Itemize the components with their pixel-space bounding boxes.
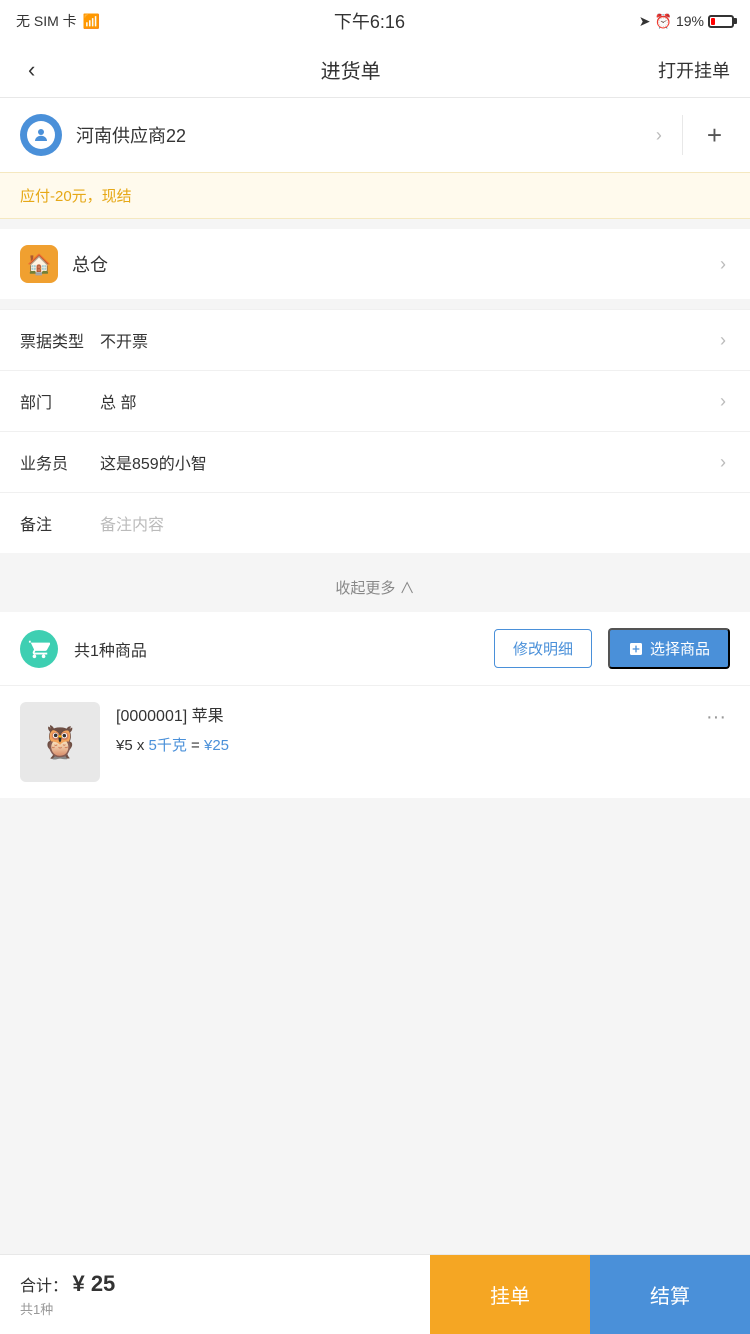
wifi-icon: 📶: [83, 13, 100, 30]
warehouse-section: 🏠 总仓 ›: [0, 229, 750, 299]
collapse-bar[interactable]: 收起更多 ∧: [0, 563, 750, 612]
open-pending-button[interactable]: 打开挂单: [658, 57, 730, 83]
dept-chevron-icon: ›: [720, 391, 726, 412]
edit-detail-button[interactable]: 修改明细: [494, 629, 592, 668]
add-supplier-button[interactable]: +: [699, 116, 730, 155]
person-icon: [32, 126, 50, 144]
sales-value: 这是859的小智: [100, 450, 720, 474]
remark-row[interactable]: 备注 备注内容: [0, 492, 750, 553]
select-product-icon: [628, 641, 644, 657]
supplier-notice: 应付-20元，现结: [0, 172, 750, 219]
bottom-total: 合计： ¥ 25 共1种: [0, 1255, 430, 1334]
supplier-row[interactable]: 河南供应商22 › +: [0, 98, 750, 172]
product-info: [0000001] 苹果 ¥5 x 5千克 = ¥25: [116, 702, 686, 755]
location-icon: ➤: [639, 13, 651, 30]
total-label: 合计：: [20, 1278, 68, 1295]
select-product-label: 选择商品: [650, 638, 710, 659]
product-header: 共1种商品 修改明细 选择商品: [0, 612, 750, 685]
product-section: 共1种商品 修改明细 选择商品 🦉 [0000001] 苹果 ¥5 x 5千克 …: [0, 612, 750, 798]
product-thumbnail: 🦉: [20, 702, 100, 782]
form-section: 票据类型 不开票 › 部门 总 部 › 业务员 这是859的小智 › 备注 备注…: [0, 309, 750, 553]
product-more-button[interactable]: ···: [702, 702, 730, 733]
product-title: [0000001] 苹果: [116, 702, 686, 726]
status-left: 无 SIM 卡 📶: [16, 11, 100, 31]
remark-label: 备注: [20, 511, 100, 535]
warehouse-chevron-icon: ›: [720, 254, 726, 275]
supplier-avatar-inner: [27, 121, 55, 149]
battery-fill: [711, 18, 715, 25]
warehouse-name: 总仓: [72, 251, 720, 277]
status-bar: 无 SIM 卡 📶 下午6:16 ➤ ⏰ 19%: [0, 0, 750, 42]
bottom-bar: 合计： ¥ 25 共1种 挂单 结算: [0, 1254, 750, 1334]
supplier-divider: [682, 115, 683, 155]
alarm-icon: ⏰: [655, 13, 672, 30]
product-card: 🦉 [0000001] 苹果 ¥5 x 5千克 = ¥25 ···: [0, 685, 750, 798]
battery-icon: [708, 15, 734, 28]
supplier-avatar: [20, 114, 62, 156]
sales-label: 业务员: [20, 450, 100, 474]
product-owl-icon: 🦉: [40, 723, 80, 761]
supplier-name: 河南供应商22: [76, 122, 656, 148]
sales-row[interactable]: 业务员 这是859的小智 ›: [0, 431, 750, 492]
dept-value: 总 部: [100, 389, 720, 413]
product-name: 苹果: [192, 708, 224, 725]
status-right: ➤ ⏰ 19%: [639, 13, 734, 30]
dept-label: 部门: [20, 389, 100, 413]
supplier-section: 河南供应商22 › + 应付-20元，现结: [0, 98, 750, 219]
product-count-label: 共1种商品: [74, 637, 478, 661]
select-product-button[interactable]: 选择商品: [608, 628, 730, 669]
invoice-label: 票据类型: [20, 328, 100, 352]
product-price: ¥5 x 5千克 = ¥25: [116, 734, 686, 755]
invoice-chevron-icon: ›: [720, 330, 726, 351]
pay-button[interactable]: 结算: [590, 1255, 750, 1334]
invoice-row[interactable]: 票据类型 不开票 ›: [0, 309, 750, 370]
warehouse-row[interactable]: 🏠 总仓 ›: [0, 229, 750, 299]
remark-value: 备注内容: [100, 511, 730, 535]
product-code: [0000001]: [116, 708, 187, 725]
total-count: 共1种: [20, 1299, 410, 1318]
warehouse-icon: 🏠: [20, 245, 58, 283]
back-button[interactable]: ‹: [20, 49, 43, 91]
sales-chevron-icon: ›: [720, 452, 726, 473]
total-line: 合计： ¥ 25: [20, 1271, 410, 1297]
dept-row[interactable]: 部门 总 部 ›: [0, 370, 750, 431]
invoice-value: 不开票: [100, 328, 720, 352]
status-time: 下午6:16: [334, 8, 405, 34]
nav-bar: ‹ 进货单 打开挂单: [0, 42, 750, 98]
product-count-icon: [20, 630, 58, 668]
supplier-chevron-icon: ›: [656, 125, 662, 146]
cart-icon: [28, 638, 50, 660]
page-title: 进货单: [321, 55, 381, 84]
carrier-label: 无 SIM 卡: [16, 11, 77, 31]
hang-button[interactable]: 挂单: [430, 1255, 590, 1334]
total-amount: ¥ 25: [72, 1271, 115, 1296]
battery-label: 19%: [676, 13, 704, 29]
